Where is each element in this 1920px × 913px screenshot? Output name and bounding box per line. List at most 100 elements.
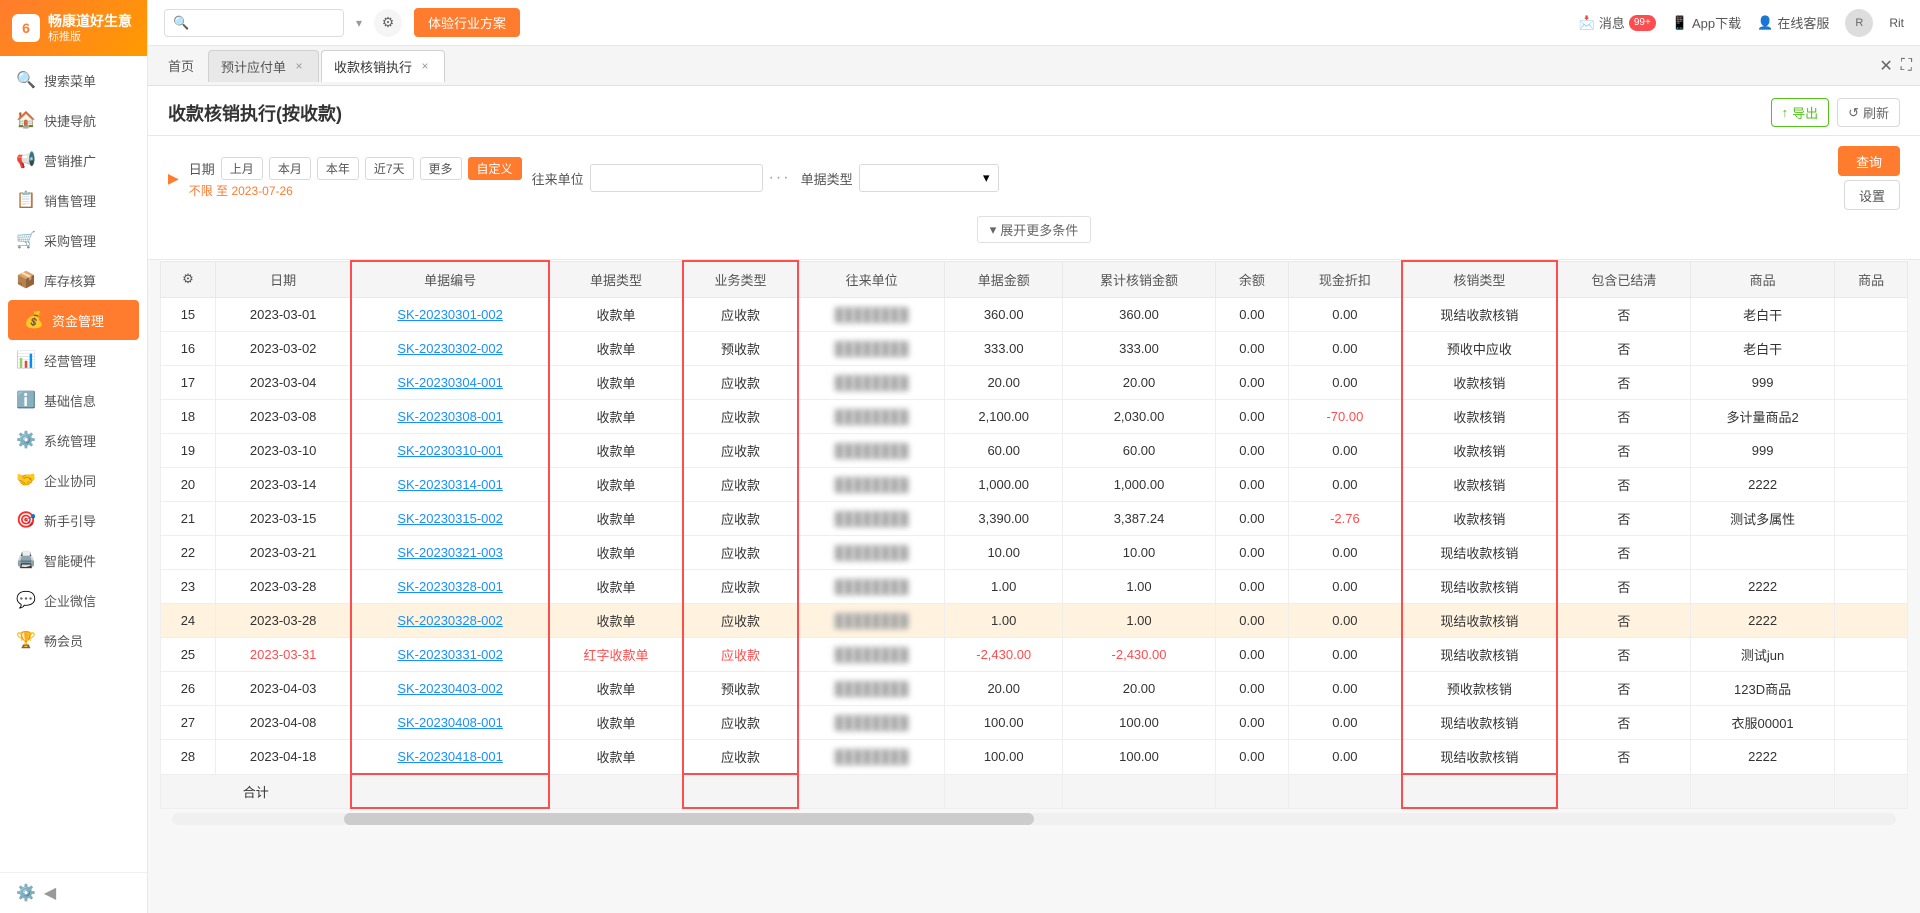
- doc-no-link[interactable]: SK-20230328-001: [397, 579, 503, 594]
- expand-conditions-button[interactable]: ▾ 展开更多条件: [977, 216, 1092, 243]
- sidebar-item-hardware[interactable]: 🖨️ 智能硬件: [0, 540, 147, 580]
- date-btn-last-month[interactable]: 上月: [221, 157, 263, 180]
- table-cell-balance: 0.00: [1216, 604, 1289, 638]
- table-cell-doc-type: 收款单: [549, 298, 684, 332]
- sidebar-item-member[interactable]: 🏆 畅会员: [0, 620, 147, 660]
- tab-cancel-exec[interactable]: 收款核销执行 ×: [321, 50, 445, 82]
- col-header-settings[interactable]: ⚙: [161, 261, 216, 298]
- filter-date-area: 日期 上月 本月 本年 近7天 更多 自定义 不限 至 2023-07-26: [189, 157, 522, 199]
- tab-prepay[interactable]: 预计应付单 ×: [208, 50, 319, 82]
- solution-button[interactable]: 体验行业方案: [414, 8, 520, 37]
- sidebar-item-operations[interactable]: 📊 经营管理: [0, 340, 147, 380]
- refresh-button[interactable]: ↺ 刷新: [1837, 98, 1900, 127]
- tab-home[interactable]: 首页: [156, 50, 206, 82]
- doc-no-link[interactable]: SK-20230408-001: [397, 715, 503, 730]
- table-cell-doc-no: SK-20230321-003: [351, 536, 548, 570]
- doc-type-select[interactable]: ▾: [859, 164, 999, 192]
- dropdown-arrow-icon[interactable]: ▾: [356, 16, 362, 30]
- sidebar-item-inventory[interactable]: 📦 库存核算: [0, 260, 147, 300]
- date-btn-custom[interactable]: 自定义: [468, 157, 522, 180]
- collapse-icon[interactable]: ◀: [44, 883, 56, 903]
- filter-settings-button[interactable]: 设置: [1844, 180, 1900, 210]
- doc-no-link[interactable]: SK-20230302-002: [397, 341, 503, 356]
- table-cell-include-settled: 否: [1557, 536, 1691, 570]
- table-cell-date: 2023-03-28: [215, 570, 351, 604]
- partner-filter: 往来单位 ···: [532, 164, 791, 192]
- sidebar-item-search[interactable]: 🔍 搜索菜单: [0, 60, 147, 100]
- sidebar-menu: 🔍 搜索菜单 🏠 快捷导航 📢 营销推广 📋 销售管理 🛒 采购管理 📦 库存核…: [0, 56, 147, 872]
- table-cell-cum-cancel: 20.00: [1062, 366, 1215, 400]
- export-button[interactable]: ↑ 导出: [1771, 98, 1830, 127]
- doc-no-link[interactable]: SK-20230310-001: [397, 443, 503, 458]
- sidebar-item-funds[interactable]: 💰 资金管理: [8, 300, 139, 340]
- doc-no-link[interactable]: SK-20230301-002: [397, 307, 503, 322]
- table-cell-no: 20: [161, 468, 216, 502]
- sidebar-item-quick-nav[interactable]: 🏠 快捷导航: [0, 100, 147, 140]
- doc-no-link[interactable]: SK-20230331-002: [397, 647, 503, 662]
- table-cell-no: 28: [161, 740, 216, 775]
- page-actions: ↑ 导出 ↺ 刷新: [1771, 98, 1900, 127]
- partner-dots-icon[interactable]: ···: [769, 169, 791, 187]
- query-button[interactable]: 查询: [1838, 146, 1900, 176]
- settings-bottom-icon[interactable]: ⚙️: [16, 883, 36, 903]
- doc-no-link[interactable]: SK-20230304-001: [397, 375, 503, 390]
- logo-icon: 6: [12, 14, 40, 42]
- horizontal-scrollbar[interactable]: [172, 813, 1896, 825]
- doc-no-link[interactable]: SK-20230418-001: [397, 749, 503, 764]
- sidebar-item-system[interactable]: ⚙️ 系统管理: [0, 420, 147, 460]
- date-btn-this-year[interactable]: 本年: [317, 157, 359, 180]
- search-input[interactable]: [193, 16, 335, 30]
- sidebar-item-sales[interactable]: 📋 销售管理: [0, 180, 147, 220]
- partner-input[interactable]: [590, 164, 763, 192]
- sidebar-item-basic-info[interactable]: ℹ️ 基础信息: [0, 380, 147, 420]
- settings-gear-icon[interactable]: ⚙: [374, 9, 402, 37]
- doc-no-link[interactable]: SK-20230328-002: [397, 613, 503, 628]
- table-cell-product: 2222: [1691, 570, 1835, 604]
- col-header-cash-discount: 现金折扣: [1288, 261, 1402, 298]
- doc-no-link[interactable]: SK-20230314-001: [397, 477, 503, 492]
- sidebar-item-marketing[interactable]: 📢 营销推广: [0, 140, 147, 180]
- sidebar-item-wechat[interactable]: 💬 企业微信: [0, 580, 147, 620]
- topbar-search-box[interactable]: 🔍: [164, 9, 344, 37]
- table-cell-partner: ████████: [798, 638, 945, 672]
- doc-no-link[interactable]: SK-20230403-002: [397, 681, 503, 696]
- table-cell-biz-type: 预收款: [683, 332, 797, 366]
- scrollbar-thumb: [344, 813, 1034, 825]
- online-service-button[interactable]: 👤 在线客服: [1757, 13, 1829, 32]
- doc-no-link[interactable]: SK-20230315-002: [397, 511, 503, 526]
- filter-expand-arrow[interactable]: ▶: [168, 170, 179, 187]
- table-cell-cancel-type: 预收款核销: [1402, 672, 1557, 706]
- sidebar-item-guide[interactable]: 🎯 新手引导: [0, 500, 147, 540]
- tab-close-cancel[interactable]: ×: [418, 59, 432, 73]
- notice-badge: 99+: [1629, 15, 1656, 31]
- doc-no-link[interactable]: SK-20230308-001: [397, 409, 503, 424]
- table-cell-partner: ████████: [798, 536, 945, 570]
- table-cell-doc-amount: 3,390.00: [945, 502, 1062, 536]
- table-cell-no: 19: [161, 434, 216, 468]
- table-cell-doc-no: SK-20230304-001: [351, 366, 548, 400]
- table-cell-product2: [1835, 570, 1908, 604]
- notice-icon: 📩: [1579, 15, 1595, 31]
- date-btn-more[interactable]: 更多: [420, 157, 462, 180]
- col-header-biz-type: 业务类型: [683, 261, 797, 298]
- app-download-button[interactable]: 📱 App下载: [1672, 13, 1741, 32]
- table-cell-cancel-type: 现结收款核销: [1402, 638, 1557, 672]
- table-cell-partner: ████████: [798, 400, 945, 434]
- table-cell-date: 2023-03-10: [215, 434, 351, 468]
- doc-no-link[interactable]: SK-20230321-003: [397, 545, 503, 560]
- date-btn-this-month[interactable]: 本月: [269, 157, 311, 180]
- date-btn-7days[interactable]: 近7天: [365, 157, 414, 180]
- close-tab-icon[interactable]: ✕: [1879, 56, 1892, 76]
- tab-close-prepay[interactable]: ×: [292, 59, 306, 73]
- notice-button[interactable]: 📩 消息 99+: [1579, 13, 1656, 32]
- sidebar-item-enterprise[interactable]: 🤝 企业协同: [0, 460, 147, 500]
- table-cell-no: 15: [161, 298, 216, 332]
- table-cell-cancel-type: 现结收款核销: [1402, 570, 1557, 604]
- sidebar-item-purchase[interactable]: 🛒 采购管理: [0, 220, 147, 260]
- maximize-icon[interactable]: ⛶: [1901, 57, 1912, 75]
- table-cell-cancel-type: 收款核销: [1402, 434, 1557, 468]
- table-cell-partner: ████████: [798, 672, 945, 706]
- table-cell-cancel-type: 收款核销: [1402, 468, 1557, 502]
- table-cell-doc-no: SK-20230315-002: [351, 502, 548, 536]
- table-cell-doc-type: 收款单: [549, 468, 684, 502]
